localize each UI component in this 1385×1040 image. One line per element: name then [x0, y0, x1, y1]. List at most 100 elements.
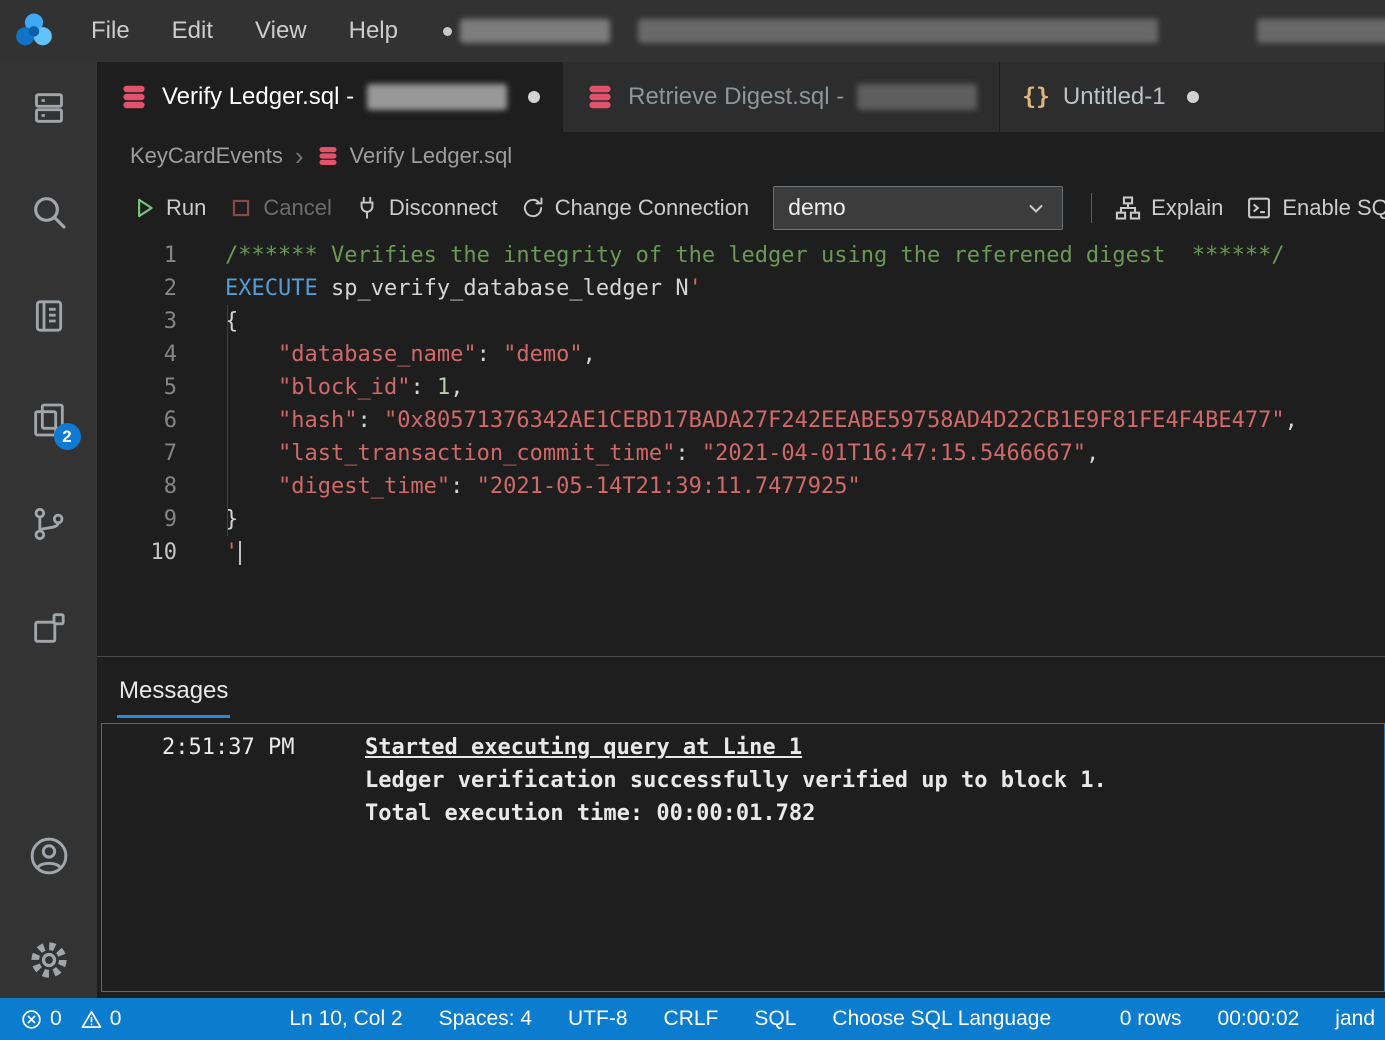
warnings-count[interactable]: 0 [110, 1007, 122, 1031]
tab-untitled-1[interactable]: {} Untitled-1 [1000, 62, 1385, 132]
database-dropdown[interactable]: demo [773, 186, 1063, 230]
messages-output[interactable]: 2:51:37 PMStarted executing query at Lin… [101, 723, 1385, 992]
errors-icon[interactable] [20, 1008, 43, 1031]
line-number: 8 [97, 470, 177, 503]
window-title-redacted-filename [460, 19, 610, 43]
errors-count[interactable]: 0 [50, 1007, 62, 1031]
disconnect-plug-icon [354, 195, 380, 221]
explorer-badge: 2 [54, 423, 81, 450]
titlebar: File Edit View Help [0, 0, 1385, 62]
database-dropdown-value: demo [788, 194, 846, 221]
tab-retrieve-digest[interactable]: Retrieve Digest.sql - [563, 62, 1000, 132]
settings-gear-icon [27, 938, 71, 982]
line-number: 5 [97, 371, 177, 404]
code-line-1[interactable]: /****** Verifies the integrity of the le… [225, 239, 1385, 272]
activitybar-item-source-control[interactable] [25, 500, 73, 548]
panel-header: Messages [97, 657, 1385, 721]
code-line-5[interactable]: "block_id": 1, [225, 371, 1385, 404]
message-timestamp: 2:51:37 PM [102, 731, 365, 764]
explain-button[interactable]: Explain [1108, 194, 1229, 222]
results-panel: Messages 2:51:37 PMStarted executing que… [97, 656, 1385, 998]
language-mode-selector[interactable]: Choose SQL Language [832, 1007, 1051, 1031]
line-number: 7 [97, 437, 177, 470]
indent-guide [227, 305, 228, 536]
code-line-8[interactable]: "digest_time": "2021-05-14T21:39:11.7477… [225, 470, 1385, 503]
code-line-2[interactable]: EXECUTE sp_verify_database_ledger N' [225, 272, 1385, 305]
code-line-7[interactable]: "last_transaction_commit_time": "2021-04… [225, 437, 1385, 470]
cancel-stop-icon [228, 195, 254, 221]
enable-sqlcmd-icon [1245, 194, 1273, 222]
warnings-icon[interactable] [80, 1008, 103, 1031]
database-icon [316, 144, 340, 168]
cancel-button: Cancel [222, 195, 337, 221]
message-timestamp [102, 797, 365, 830]
explain-plan-icon [1114, 194, 1142, 222]
window-modified-dot [443, 27, 452, 36]
window-title-redacted-connection [638, 19, 1158, 43]
change-connection-button[interactable]: Change Connection [514, 195, 755, 221]
tab-redacted-server [367, 84, 507, 110]
breadcrumb-folder[interactable]: KeyCardEvents [130, 143, 283, 169]
disconnect-button[interactable]: Disconnect [348, 195, 504, 221]
encoding-status[interactable]: UTF-8 [568, 1007, 628, 1031]
run-play-icon [131, 195, 157, 221]
line-number: 2 [97, 272, 177, 305]
disconnect-label: Disconnect [389, 195, 498, 221]
code-line-10[interactable]: ' [225, 536, 1385, 569]
message-text: Ledger verification successfully verifie… [365, 764, 1107, 797]
editor-code[interactable]: /****** Verifies the integrity of the le… [225, 239, 1385, 656]
activitybar-item-notebooks[interactable] [25, 292, 73, 340]
tab-label: Retrieve Digest.sql - [628, 83, 844, 111]
code-line-9[interactable]: } [225, 503, 1385, 536]
activitybar-item-settings[interactable] [25, 936, 73, 984]
explain-label: Explain [1151, 195, 1223, 221]
account-icon [27, 834, 71, 878]
eol-status[interactable]: CRLF [664, 1007, 719, 1031]
line-number: 3 [97, 305, 177, 338]
line-number: 10 [97, 536, 177, 569]
connected-user-status[interactable]: jand [1335, 1007, 1375, 1031]
source-control-icon [29, 504, 69, 544]
language-status[interactable]: SQL [754, 1007, 796, 1031]
code-line-6[interactable]: "hash": "0x80571376342AE1CEBD17BADA27F24… [225, 404, 1385, 437]
tab-redacted-server [857, 84, 977, 110]
tab-modified-dot[interactable] [528, 91, 540, 103]
app-logo-icon [12, 9, 56, 53]
activitybar-item-connections[interactable] [25, 84, 73, 132]
run-label: Run [166, 195, 206, 221]
menu-view[interactable]: View [234, 17, 328, 45]
tab-modified-dot[interactable] [1187, 91, 1199, 103]
activitybar-item-account[interactable] [25, 832, 73, 880]
query-toolbar: Run Cancel Disco [97, 179, 1385, 236]
cursor-position[interactable]: Ln 10, Col 2 [289, 1007, 402, 1031]
tab-messages[interactable]: Messages [117, 661, 230, 718]
activitybar-item-search[interactable] [25, 188, 73, 236]
execution-time-status: 00:00:02 [1218, 1007, 1300, 1031]
message-text: Total execution time: 00:00:01.782 [365, 797, 815, 830]
message-row: 2:51:37 PMStarted executing query at Lin… [102, 731, 1384, 764]
enable-sqlcmd-button[interactable]: Enable SQLCMD [1239, 194, 1385, 222]
indentation-status[interactable]: Spaces: 4 [439, 1007, 532, 1031]
menu-edit[interactable]: Edit [151, 17, 234, 45]
menu-file[interactable]: File [70, 17, 151, 45]
code-editor[interactable]: 12345678910 /****** Verifies the integri… [97, 236, 1385, 656]
breadcrumb-file[interactable]: Verify Ledger.sql [350, 143, 513, 169]
code-line-3[interactable]: { [225, 305, 1385, 338]
activitybar-item-extensions[interactable] [25, 604, 73, 652]
chevron-down-icon [1024, 196, 1048, 220]
menu-help[interactable]: Help [328, 17, 419, 45]
code-line-4[interactable]: "database_name": "demo", [225, 338, 1385, 371]
editor-tabs: Verify Ledger.sql - Retrieve Digest.sql … [97, 62, 1385, 132]
message-link[interactable]: Started executing query at Line 1 [365, 731, 802, 764]
activity-bar: 2 [0, 62, 97, 998]
messages-rows: 2:51:37 PMStarted executing query at Lin… [102, 731, 1384, 830]
tab-verify-ledger[interactable]: Verify Ledger.sql - [97, 62, 563, 132]
activitybar-item-explorer[interactable]: 2 [25, 396, 73, 444]
run-button[interactable]: Run [125, 195, 212, 221]
window-title-redacted-suffix [1257, 19, 1385, 43]
tab-label: Untitled-1 [1063, 83, 1166, 111]
text-cursor [239, 541, 241, 565]
line-number: 6 [97, 404, 177, 437]
untitled-file-icon: {} [1022, 84, 1050, 110]
breadcrumb: KeyCardEvents › Verify Ledger.sql [97, 132, 1385, 179]
